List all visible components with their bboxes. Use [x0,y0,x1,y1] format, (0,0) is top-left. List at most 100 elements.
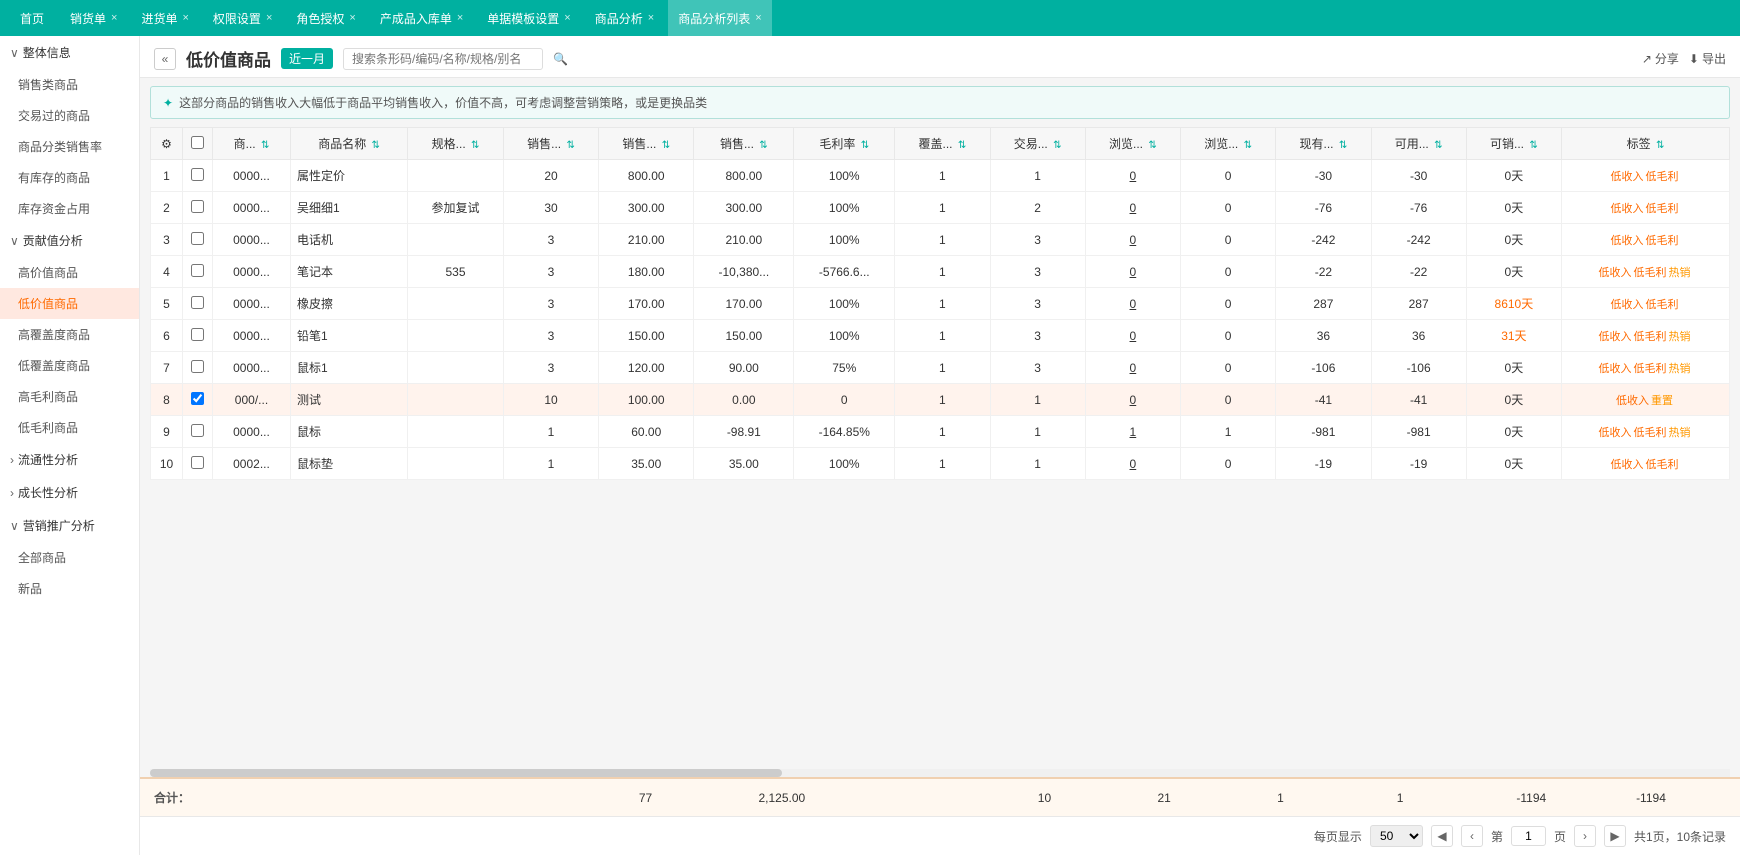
view-link[interactable]: 0 [1130,361,1137,375]
row-checkbox-cell[interactable] [183,160,213,192]
sidebar-item-low-margin[interactable]: 低毛利商品 [0,412,139,443]
close-icon[interactable]: × [648,12,654,24]
row-checkbox[interactable] [191,264,204,277]
nav-role-auth[interactable]: 角色授权 × [286,0,365,36]
row-checkbox-cell[interactable] [183,384,213,416]
row-checkbox[interactable] [191,456,204,469]
row-checkbox-cell[interactable] [183,448,213,480]
close-icon[interactable]: × [266,12,272,24]
view-link[interactable]: 0 [1130,393,1137,407]
col-cover[interactable]: 覆盖... ⇅ [895,128,990,160]
sidebar-item-traded-products[interactable]: 交易过的商品 [0,100,139,131]
select-all-checkbox[interactable] [191,136,204,149]
row-view1[interactable]: 0 [1085,160,1180,192]
row-checkbox[interactable] [191,392,204,405]
sidebar-item-high-coverage[interactable]: 高覆盖度商品 [0,319,139,350]
sidebar-item-all-products[interactable]: 全部商品 [0,542,139,573]
col-sellable[interactable]: 可销... ⇅ [1466,128,1561,160]
close-icon[interactable]: × [111,12,117,24]
row-checkbox-cell[interactable] [183,352,213,384]
row-checkbox[interactable] [191,232,204,245]
search-icon[interactable]: 🔍 [553,52,568,66]
nav-template-settings[interactable]: 单据模板设置 × [477,0,580,36]
row-checkbox[interactable] [191,328,204,341]
close-icon[interactable]: × [182,12,188,24]
page-size-select[interactable]: 50 100 [1370,825,1423,847]
view-link[interactable]: 0 [1130,265,1137,279]
row-checkbox-cell[interactable] [183,416,213,448]
period-button[interactable]: 近一月 [281,48,333,69]
view-link[interactable]: 0 [1130,233,1137,247]
sidebar-item-low-value[interactable]: 低价值商品 [0,288,139,319]
view-link[interactable]: 1 [1130,425,1137,439]
view-link[interactable]: 0 [1130,169,1137,183]
share-button[interactable]: ↗ 分享 [1642,50,1679,67]
sidebar-item-sales-products[interactable]: 销售类商品 [0,69,139,100]
sidebar-item-new-products[interactable]: 新品 [0,573,139,604]
row-view1[interactable]: 0 [1085,384,1180,416]
row-view1[interactable]: 0 [1085,224,1180,256]
nav-sales-order[interactable]: 销货单 × [60,0,127,36]
row-checkbox-cell[interactable] [183,192,213,224]
col-sales1[interactable]: 销售... ⇅ [599,128,694,160]
row-view1[interactable]: 1 [1085,416,1180,448]
col-sales2[interactable]: 销售... ⇅ [694,128,794,160]
col-stock[interactable]: 现有... ⇅ [1276,128,1371,160]
next-page-button[interactable]: › [1574,825,1596,847]
nav-product-inbound[interactable]: 产成品入库单 × [370,0,473,36]
row-view1[interactable]: 0 [1085,256,1180,288]
col-settings[interactable]: ⚙ [151,128,183,160]
col-spec[interactable]: 规格... ⇅ [408,128,504,160]
row-checkbox[interactable] [191,296,204,309]
col-trade[interactable]: 交易... ⇅ [990,128,1085,160]
page-number-input[interactable] [1511,826,1546,846]
close-icon[interactable]: × [755,12,761,24]
col-tags[interactable]: 标签 ⇅ [1562,128,1730,160]
row-view1[interactable]: 0 [1085,352,1180,384]
row-checkbox-cell[interactable] [183,288,213,320]
view-link[interactable]: 0 [1130,329,1137,343]
close-icon[interactable]: × [457,12,463,24]
col-gross[interactable]: 毛利率 ⇅ [794,128,895,160]
first-page-button[interactable]: ◀ [1431,825,1453,847]
view-link[interactable]: 0 [1130,457,1137,471]
col-view2[interactable]: 浏览... ⇅ [1181,128,1276,160]
row-view1[interactable]: 0 [1085,320,1180,352]
col-view1[interactable]: 浏览... ⇅ [1085,128,1180,160]
last-page-button[interactable]: ▶ [1604,825,1626,847]
sidebar-group-marketing[interactable]: ∨ 营销推广分析 [0,509,139,542]
sidebar-item-high-margin[interactable]: 高毛利商品 [0,381,139,412]
row-view1[interactable]: 0 [1085,448,1180,480]
sidebar-item-high-value[interactable]: 高价值商品 [0,257,139,288]
sidebar-group-circulation[interactable]: › 流通性分析 [0,443,139,476]
row-view1[interactable]: 0 [1085,192,1180,224]
nav-permission-settings[interactable]: 权限设置 × [203,0,282,36]
sidebar-group-growth[interactable]: › 成长性分析 [0,476,139,509]
row-checkbox-cell[interactable] [183,224,213,256]
row-view1[interactable]: 0 [1085,288,1180,320]
close-icon[interactable]: × [349,12,355,24]
horizontal-scrollbar[interactable] [150,769,1730,777]
search-input[interactable] [343,48,543,70]
prev-page-button[interactable]: ‹ [1461,825,1483,847]
row-checkbox-cell[interactable] [183,256,213,288]
collapse-sidebar-button[interactable]: « [154,48,176,70]
sidebar-group-contribution[interactable]: ∨ 贡献值分析 [0,224,139,257]
scrollbar-thumb[interactable] [150,769,782,777]
nav-product-analysis[interactable]: 商品分析 × [585,0,664,36]
sidebar-group-overall[interactable]: ∨ 整体信息 [0,36,139,69]
nav-product-analysis-list[interactable]: 商品分析列表 × [668,0,771,36]
row-checkbox-cell[interactable] [183,320,213,352]
row-checkbox[interactable] [191,200,204,213]
col-qty[interactable]: 销售... ⇅ [503,128,598,160]
col-code[interactable]: 商... ⇅ [213,128,291,160]
col-avail[interactable]: 可用... ⇅ [1371,128,1466,160]
nav-home[interactable]: 首页 [8,0,56,36]
settings-icon[interactable]: ⚙ [161,137,172,151]
sidebar-item-low-coverage[interactable]: 低覆盖度商品 [0,350,139,381]
sidebar-item-stock-capital[interactable]: 库存资金占用 [0,193,139,224]
close-icon[interactable]: × [564,12,570,24]
col-name[interactable]: 商品名称 ⇅ [290,128,407,160]
sidebar-item-stock-products[interactable]: 有库存的商品 [0,162,139,193]
view-link[interactable]: 0 [1130,297,1137,311]
